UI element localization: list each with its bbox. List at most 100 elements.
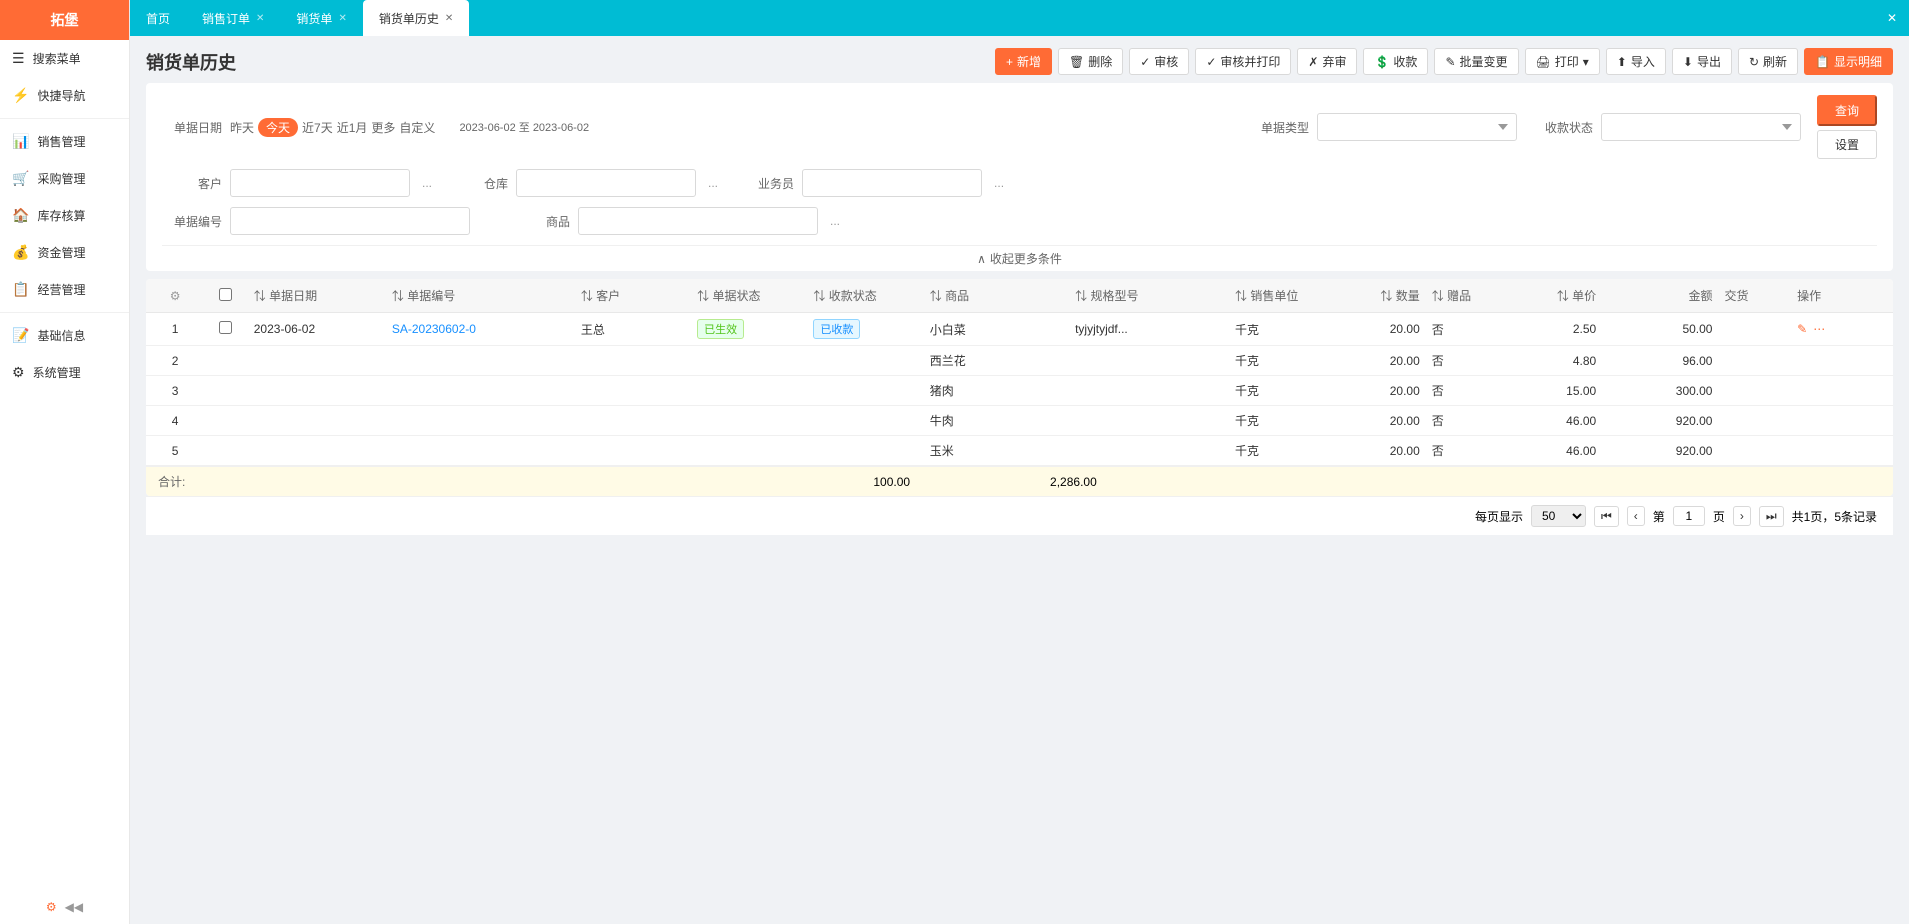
next-page-button[interactable]: ›	[1733, 506, 1751, 526]
salesperson-input[interactable]	[802, 169, 982, 197]
th-qty[interactable]: ⇅ 数量	[1339, 279, 1426, 313]
doc-no-link[interactable]: SA-20230602-0	[392, 322, 476, 336]
sidebar-item-sales[interactable]: 📊 销售管理	[0, 123, 129, 160]
custom-shortcut[interactable]: 自定义	[399, 119, 435, 136]
last7-shortcut[interactable]: 近7天	[302, 119, 333, 136]
cell-spec: tyjyjtyjdf...	[1069, 313, 1229, 346]
sort-icon: ⇅	[392, 289, 404, 303]
tab-close-icon[interactable]: ✕	[338, 13, 346, 24]
th-no[interactable]: ⇅ 单据编号	[386, 279, 575, 313]
delete-button[interactable]: 🗑 删除	[1058, 48, 1123, 75]
refresh-button[interactable]: ↻ 刷新	[1738, 48, 1798, 75]
doc-no-input[interactable]	[230, 207, 470, 235]
th-goods[interactable]: ⇅ 商品	[924, 279, 1069, 313]
table-header-row: ⚙ ⇅ 单据日期 ⇅ 单据编号 ⇅ 客户 ⇅ 单据状态 ⇅ 收款状态 ⇅ 商品 …	[146, 279, 1893, 313]
sidebar-item-operations[interactable]: 📋 经营管理	[0, 271, 129, 308]
cell-check[interactable]	[204, 346, 248, 376]
sidebar-item-inventory[interactable]: 🏠 库存核算	[0, 197, 129, 234]
edit-action[interactable]: ✎	[1797, 322, 1807, 336]
tab-close-icon[interactable]: ✕	[256, 13, 264, 24]
cell-num: 5	[146, 436, 204, 466]
window-close-button[interactable]: ✕	[1887, 11, 1909, 25]
row-checkbox[interactable]	[219, 321, 232, 334]
th-spec[interactable]: ⇅ 规格型号	[1069, 279, 1229, 313]
th-customer[interactable]: ⇅ 客户	[575, 279, 691, 313]
sidebar-item-search-menu[interactable]: ☰ 搜索菜单	[0, 40, 129, 77]
cell-check[interactable]	[204, 406, 248, 436]
cell-unit: 千克	[1229, 436, 1339, 466]
th-unit[interactable]: ⇅ 销售单位	[1229, 279, 1339, 313]
export-button[interactable]: ⬇ 导出	[1672, 48, 1732, 75]
cell-goods: 小白菜	[924, 313, 1069, 346]
salesperson-picker-icon[interactable]: ...	[994, 176, 1004, 190]
cell-spec	[1069, 436, 1229, 466]
purchase-icon: 🛒	[12, 170, 29, 187]
today-shortcut[interactable]: 今天	[258, 118, 298, 137]
print-button[interactable]: 🖨 打印 ▾	[1525, 48, 1600, 75]
refresh-icon: ↻	[1749, 55, 1759, 69]
per-page-select[interactable]: 50 100	[1531, 505, 1586, 527]
customer-picker-icon[interactable]: ...	[422, 176, 432, 190]
footer-label: 合计:	[158, 473, 185, 490]
tab-sales-history[interactable]: 销货单历史 ✕	[363, 0, 469, 36]
collapse-conditions-button[interactable]: ∧ 收起更多条件	[162, 245, 1877, 271]
prev-page-button[interactable]: ‹	[1627, 506, 1645, 526]
import-icon: ⬆	[1617, 55, 1627, 69]
th-date[interactable]: ⇅ 单据日期	[248, 279, 386, 313]
last1month-shortcut[interactable]: 近1月	[337, 119, 368, 136]
th-status[interactable]: ⇅ 单据状态	[691, 279, 807, 313]
th-pay-status[interactable]: ⇅ 收款状态	[807, 279, 923, 313]
abandon-button[interactable]: ✗ 弃审	[1297, 48, 1357, 75]
tab-home[interactable]: 首页	[130, 0, 186, 36]
collect-button[interactable]: 💲 收款	[1363, 48, 1428, 75]
sidebar-collapse-icon[interactable]: ◀◀	[65, 900, 83, 914]
delete-icon: 🗑	[1069, 55, 1084, 69]
sidebar-item-purchase[interactable]: 🛒 采购管理	[0, 160, 129, 197]
goods-picker-icon[interactable]: ...	[830, 214, 840, 228]
cell-check[interactable]	[204, 436, 248, 466]
yesterday-shortcut[interactable]: 昨天	[230, 119, 254, 136]
th-gift[interactable]: ⇅ 赠品	[1426, 279, 1501, 313]
filter-section: 单据日期 昨天 今天 近7天 近1月 更多 自定义 2023-06-02 至 2…	[146, 83, 1893, 271]
date-shortcuts: 昨天 今天 近7天 近1月 更多 自定义	[230, 118, 435, 137]
first-page-button[interactable]: ⏮	[1594, 506, 1619, 527]
page-number-input[interactable]	[1673, 506, 1705, 526]
sidebar-item-system[interactable]: ⚙ 系统管理	[0, 354, 129, 391]
tab-close-icon[interactable]: ✕	[445, 13, 453, 24]
import-button[interactable]: ⬆ 导入	[1606, 48, 1666, 75]
audit-print-button[interactable]: ✓ 审核并打印	[1195, 48, 1291, 75]
batch-change-button[interactable]: ✎ 批量变更	[1434, 48, 1518, 75]
cell-check[interactable]	[204, 376, 248, 406]
th-price[interactable]: ⇅ 单价	[1500, 279, 1602, 313]
th-trade: 交货	[1718, 279, 1791, 313]
query-button[interactable]: 查询	[1817, 95, 1877, 126]
tab-sales-order[interactable]: 销售订单 ✕	[186, 0, 280, 36]
pay-status-select[interactable]	[1601, 113, 1801, 141]
customer-input[interactable]	[230, 169, 410, 197]
warehouse-input[interactable]	[516, 169, 696, 197]
sidebar-item-finance[interactable]: 💰 资金管理	[0, 234, 129, 271]
cell-action	[1791, 376, 1893, 406]
goods-input[interactable]	[578, 207, 818, 235]
warehouse-picker-icon[interactable]: ...	[708, 176, 718, 190]
cell-no	[386, 346, 575, 376]
sidebar-item-basic-info[interactable]: 📝 基础信息	[0, 317, 129, 354]
sidebar-settings-icon[interactable]: ⚙	[46, 900, 57, 914]
cell-date	[248, 346, 386, 376]
more-shortcut[interactable]: 更多	[371, 119, 395, 136]
th-amount[interactable]: 金额	[1602, 279, 1718, 313]
add-button[interactable]: + 新增	[995, 48, 1052, 75]
th-gear[interactable]: ⚙	[146, 279, 204, 313]
show-detail-button[interactable]: 📋 显示明细	[1804, 48, 1893, 75]
tab-sales-delivery[interactable]: 销货单 ✕	[280, 0, 362, 36]
cell-check[interactable]	[204, 313, 248, 346]
cell-unit: 千克	[1229, 346, 1339, 376]
more-action[interactable]: ⋯	[1813, 322, 1825, 336]
audit-button[interactable]: ✓ 审核	[1129, 48, 1189, 75]
last-page-button[interactable]: ⏭	[1759, 506, 1784, 527]
setting-button[interactable]: 设置	[1817, 130, 1877, 159]
th-check[interactable]	[204, 279, 248, 313]
doc-type-select[interactable]	[1317, 113, 1517, 141]
select-all-checkbox[interactable]	[219, 288, 232, 301]
sidebar-item-quick-nav[interactable]: ⚡ 快捷导航	[0, 77, 129, 114]
